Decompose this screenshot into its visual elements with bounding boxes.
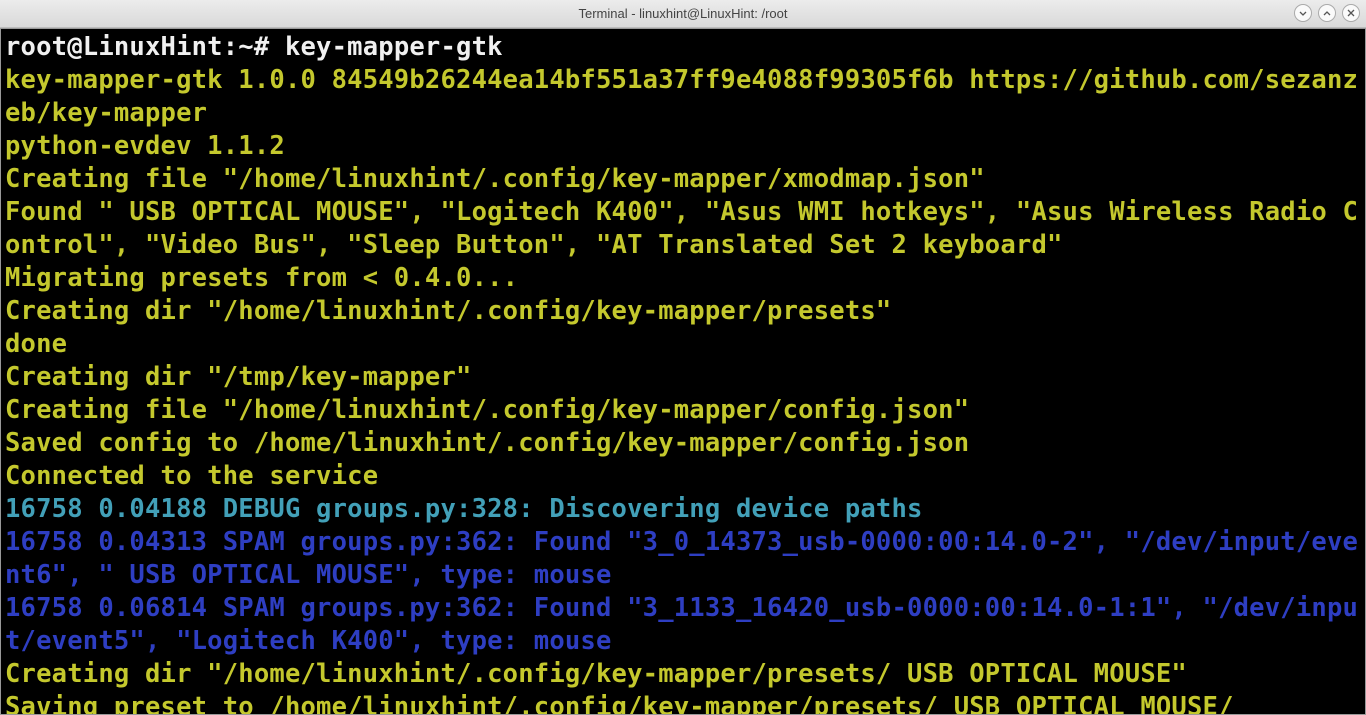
output-line: Found " USB OPTICAL MOUSE", "Logitech K4… [5,197,1358,260]
spam-line: 16758 0.06814 SPAM groups.py:362: Found … [5,593,1358,656]
minimize-button[interactable] [1294,4,1312,22]
window-title: Terminal - linuxhint@LinuxHint: /root [578,6,787,21]
output-line: Saving preset to /home/linuxhint/.config… [5,692,1234,715]
prompt-text: root@LinuxHint:~# [5,32,285,62]
output-line: Saved config to /home/linuxhint/.config/… [5,428,969,458]
output-line: Creating dir "/tmp/key-mapper" [5,362,472,392]
spam-line: 16758 0.04313 SPAM groups.py:362: Found … [5,527,1358,590]
output-line: Connected to the service [5,461,378,491]
output-line: Creating file "/home/linuxhint/.config/k… [5,395,969,425]
debug-line: 16758 0.04188 DEBUG groups.py:328: Disco… [5,494,923,524]
maximize-button[interactable] [1318,4,1336,22]
output-line: Migrating presets from < 0.4.0... [5,263,518,293]
window-controls [1294,4,1360,22]
output-line: python-evdev 1.1.2 [5,131,285,161]
terminal-window: Terminal - linuxhint@LinuxHint: /root ro… [0,0,1366,715]
maximize-icon [1322,8,1332,18]
close-button[interactable] [1342,4,1360,22]
output-line: key-mapper-gtk 1.0.0 84549b26244ea14bf55… [5,65,1358,128]
output-line: Creating dir "/home/linuxhint/.config/ke… [5,296,891,326]
terminal-viewport[interactable]: root@LinuxHint:~# key-mapper-gtk key-map… [0,28,1366,715]
minimize-icon [1298,8,1308,18]
titlebar[interactable]: Terminal - linuxhint@LinuxHint: /root [0,0,1366,28]
command-text: key-mapper-gtk [285,32,503,62]
terminal-output: root@LinuxHint:~# key-mapper-gtk key-map… [5,31,1361,715]
output-line: Creating file "/home/linuxhint/.config/k… [5,164,985,194]
close-icon [1346,8,1356,18]
output-line: done [5,329,67,359]
output-line: Creating dir "/home/linuxhint/.config/ke… [5,659,1187,689]
